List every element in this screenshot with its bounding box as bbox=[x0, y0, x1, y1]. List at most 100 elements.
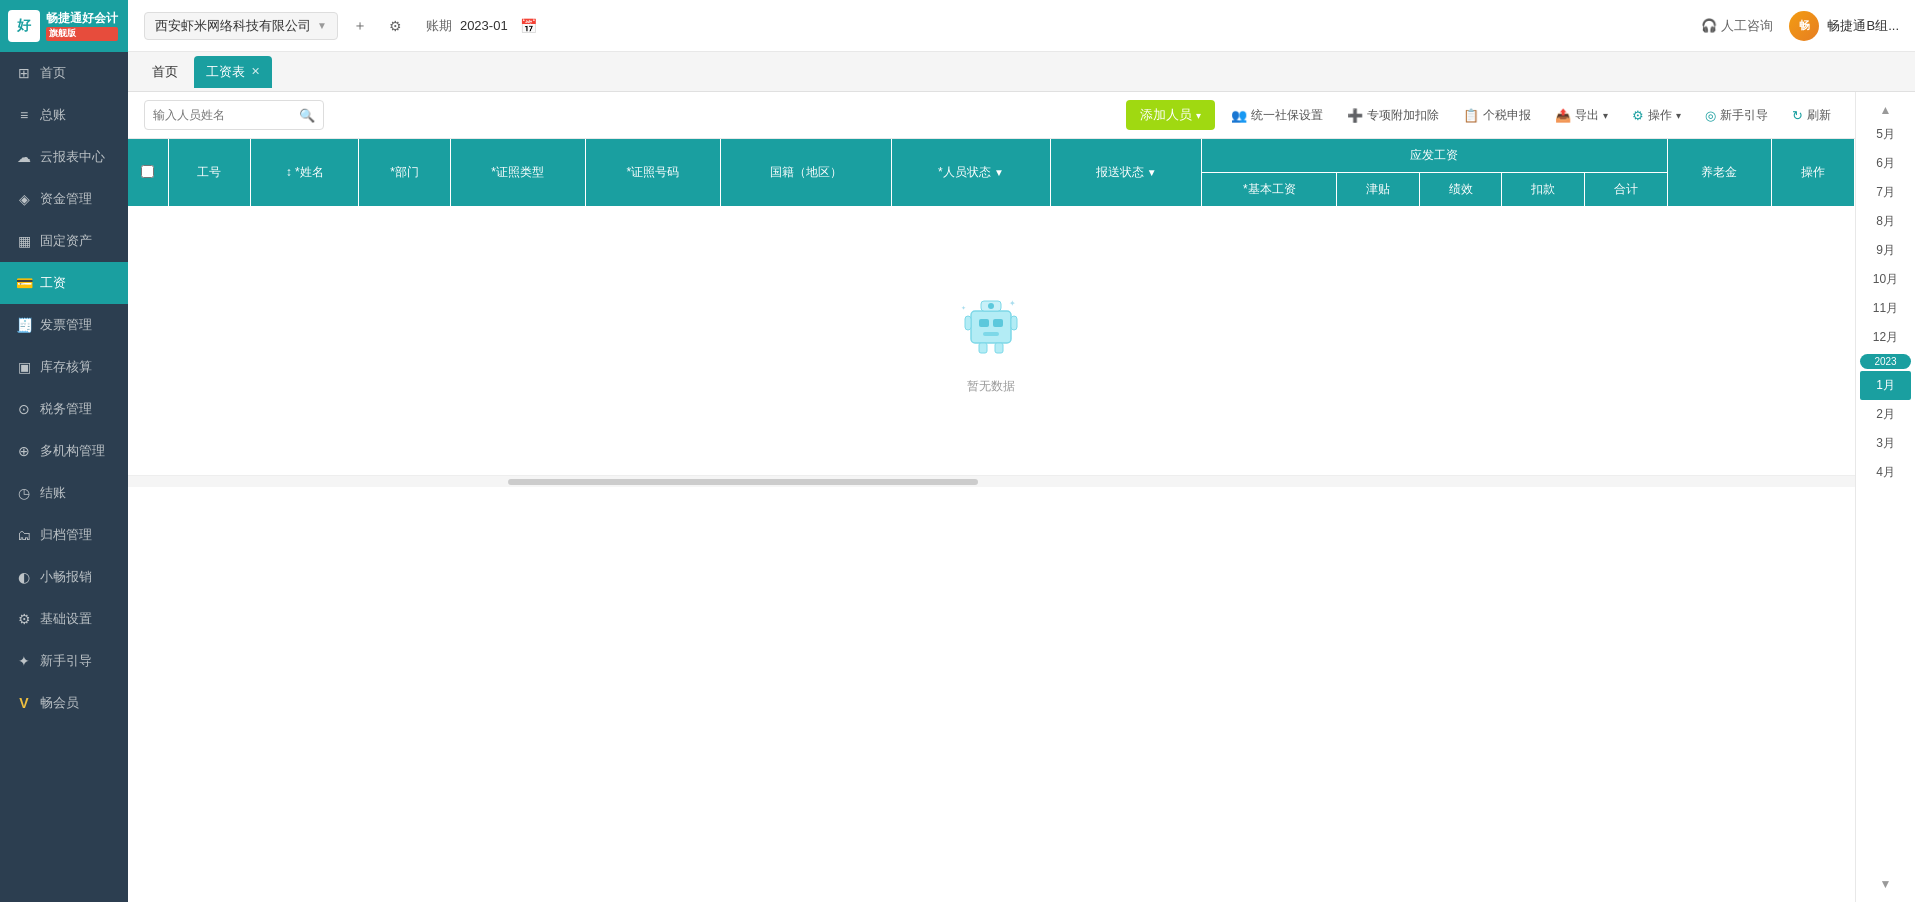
period-label: 账期 bbox=[426, 17, 452, 35]
export-btn[interactable]: 📤 导出 ▾ bbox=[1547, 103, 1616, 128]
th-base-salary: *基本工资 bbox=[1202, 173, 1337, 207]
tabbar: 首页 工资表 ✕ bbox=[128, 52, 1915, 92]
svg-rect-3 bbox=[983, 332, 999, 336]
guide-btn[interactable]: ◎ 新手引导 bbox=[1697, 103, 1776, 128]
user-info: 畅 畅捷通B组... bbox=[1789, 11, 1899, 41]
close-period-icon: ◷ bbox=[16, 485, 32, 501]
sidebar-item-guide[interactable]: ✦ 新手引导 bbox=[0, 640, 128, 682]
calendar-icon[interactable]: 📅 bbox=[520, 18, 537, 34]
th-actions: 操作 bbox=[1772, 139, 1855, 206]
month-item-2022-06[interactable]: 6月 bbox=[1856, 149, 1915, 178]
month-item-2022-12[interactable]: 12月 bbox=[1856, 323, 1915, 352]
add-person-btn[interactable]: 添加人员 ▾ bbox=[1126, 100, 1215, 130]
refresh-icon: ↻ bbox=[1792, 108, 1803, 123]
year-badge-2023[interactable]: 2023 bbox=[1860, 354, 1911, 369]
table-wrap: 工号 ↕ *姓名 *部门 *证照类型 *证照号码 国籍（地区） *人员状态 ▼ bbox=[128, 139, 1855, 902]
sidebar-item-funds[interactable]: ◈ 资金管理 bbox=[0, 178, 128, 220]
company-selector[interactable]: 西安虾米网络科技有限公司 ▼ bbox=[144, 12, 338, 40]
empty-row: ✦ ✦ 暂无数据 bbox=[128, 206, 1855, 475]
tax-icon: ⊙ bbox=[16, 401, 32, 417]
tax-declare-btn[interactable]: 📋 个税申报 bbox=[1455, 103, 1539, 128]
archive-icon: 🗂 bbox=[16, 527, 32, 543]
month-item-2022-05[interactable]: 5月 bbox=[1856, 120, 1915, 149]
month-item-2022-09[interactable]: 9月 bbox=[1856, 236, 1915, 265]
month-nav-up[interactable]: ▲ bbox=[1876, 100, 1896, 120]
month-item-2022-10[interactable]: 10月 bbox=[1856, 265, 1915, 294]
sidebar: 好 畅捷通好会计 旗舰版 ⊞ 首页 ≡ 总账 ☁ 云报表中心 ◈ 资金管理 ▦ … bbox=[0, 0, 128, 902]
month-item-2023-02[interactable]: 2月 bbox=[1856, 400, 1915, 429]
content-area: 🔍 添加人员 ▾ 👥 统一社保设置 ➕ 专项附加扣除 📋 个税申报 bbox=[128, 92, 1915, 902]
month-item-2023-03[interactable]: 3月 bbox=[1856, 429, 1915, 458]
sidebar-nav: ⊞ 首页 ≡ 总账 ☁ 云报表中心 ◈ 资金管理 ▦ 固定资产 💳 工资 🧾 发… bbox=[0, 52, 128, 902]
sidebar-item-payroll[interactable]: 💳 工资 bbox=[0, 262, 128, 304]
special-deduction-btn[interactable]: ➕ 专项附加扣除 bbox=[1339, 103, 1447, 128]
svg-rect-1 bbox=[979, 319, 989, 327]
search-input[interactable] bbox=[153, 108, 295, 122]
month-item-2023-01[interactable]: 1月 bbox=[1860, 371, 1911, 400]
page-content: 🔍 添加人员 ▾ 👥 统一社保设置 ➕ 专项附加扣除 📋 个税申报 bbox=[128, 92, 1855, 902]
add-company-btn[interactable]: ＋ bbox=[346, 12, 374, 40]
svg-point-9 bbox=[988, 303, 994, 309]
sidebar-item-multi-org[interactable]: ⊕ 多机构管理 bbox=[0, 430, 128, 472]
headset-icon: 🎧 bbox=[1701, 18, 1717, 33]
svg-rect-2 bbox=[993, 319, 1003, 327]
tab-payroll-table[interactable]: 工资表 ✕ bbox=[194, 56, 272, 88]
th-name: ↕ *姓名 bbox=[251, 139, 359, 206]
th-allowance: 津贴 bbox=[1337, 173, 1420, 207]
search-icon: 🔍 bbox=[299, 108, 315, 123]
th-report-status: 报送状态 ▼ bbox=[1051, 139, 1202, 206]
th-checkbox[interactable] bbox=[128, 139, 168, 206]
tab-home[interactable]: 首页 bbox=[140, 56, 190, 88]
cloud-icon: ☁ bbox=[16, 149, 32, 165]
th-id-number: *证照号码 bbox=[585, 139, 720, 206]
app-logo: 好 畅捷通好会计 旗舰版 bbox=[0, 0, 128, 52]
scrollbar-thumb[interactable] bbox=[508, 479, 978, 485]
sidebar-item-inventory[interactable]: ▣ 库存核算 bbox=[0, 346, 128, 388]
sidebar-item-archive[interactable]: 🗂 归档管理 bbox=[0, 514, 128, 556]
search-wrap[interactable]: 🔍 bbox=[144, 100, 324, 130]
logo-icon: 好 bbox=[8, 10, 40, 42]
fixed-assets-icon: ▦ bbox=[16, 233, 32, 249]
month-item-2022-07[interactable]: 7月 bbox=[1856, 178, 1915, 207]
operations-icon: ⚙ bbox=[1632, 108, 1644, 123]
expense-icon: ◐ bbox=[16, 569, 32, 585]
sidebar-item-expense[interactable]: ◐ 小畅报销 bbox=[0, 556, 128, 598]
operations-btn[interactable]: ⚙ 操作 ▾ bbox=[1624, 103, 1689, 128]
social-security-btn[interactable]: 👥 统一社保设置 bbox=[1223, 103, 1331, 128]
sidebar-item-tax[interactable]: ⊙ 税务管理 bbox=[0, 388, 128, 430]
company-dropdown-icon: ▼ bbox=[317, 20, 327, 31]
guide-icon: ✦ bbox=[16, 653, 32, 669]
settings-btn[interactable]: ⚙ bbox=[382, 12, 410, 40]
service-btn[interactable]: 🎧 人工咨询 bbox=[1701, 17, 1773, 35]
th-total: 合计 bbox=[1585, 173, 1668, 207]
avatar: 畅 bbox=[1789, 11, 1819, 41]
month-item-2022-08[interactable]: 8月 bbox=[1856, 207, 1915, 236]
sidebar-item-fixed-assets[interactable]: ▦ 固定资产 bbox=[0, 220, 128, 262]
sidebar-item-home[interactable]: ⊞ 首页 bbox=[0, 52, 128, 94]
sidebar-item-member[interactable]: V 畅会员 bbox=[0, 682, 128, 724]
svg-rect-5 bbox=[1011, 316, 1017, 330]
payroll-icon: 💳 bbox=[16, 275, 32, 291]
month-item-2022-11[interactable]: 11月 bbox=[1856, 294, 1915, 323]
topbar: 西安虾米网络科技有限公司 ▼ ＋ ⚙ 账期 2023-01 📅 🎧 人工咨询 畅… bbox=[128, 0, 1915, 52]
select-all-checkbox[interactable] bbox=[141, 165, 154, 178]
svg-rect-7 bbox=[995, 343, 1003, 353]
sidebar-item-ledger[interactable]: ≡ 总账 bbox=[0, 94, 128, 136]
inventory-icon: ▣ bbox=[16, 359, 32, 375]
th-performance: 绩效 bbox=[1419, 173, 1502, 207]
th-insurance: 养老金 bbox=[1667, 139, 1772, 206]
svg-text:✦: ✦ bbox=[1009, 299, 1016, 308]
month-nav-down[interactable]: ▼ bbox=[1876, 874, 1896, 894]
svg-rect-6 bbox=[979, 343, 987, 353]
sidebar-item-close[interactable]: ◷ 结账 bbox=[0, 472, 128, 514]
sidebar-item-invoice[interactable]: 🧾 发票管理 bbox=[0, 304, 128, 346]
report-filter-icon[interactable]: ▼ bbox=[1147, 167, 1157, 178]
month-item-2023-04[interactable]: 4月 bbox=[1856, 458, 1915, 487]
status-filter-icon[interactable]: ▼ bbox=[994, 167, 1004, 178]
sidebar-item-cloud-report[interactable]: ☁ 云报表中心 bbox=[0, 136, 128, 178]
refresh-btn[interactable]: ↻ 刷新 bbox=[1784, 103, 1839, 128]
tab-close-icon[interactable]: ✕ bbox=[251, 65, 260, 78]
sidebar-item-settings[interactable]: ⚙ 基础设置 bbox=[0, 598, 128, 640]
company-name: 西安虾米网络科技有限公司 bbox=[155, 17, 311, 35]
social-security-icon: 👥 bbox=[1231, 108, 1247, 123]
